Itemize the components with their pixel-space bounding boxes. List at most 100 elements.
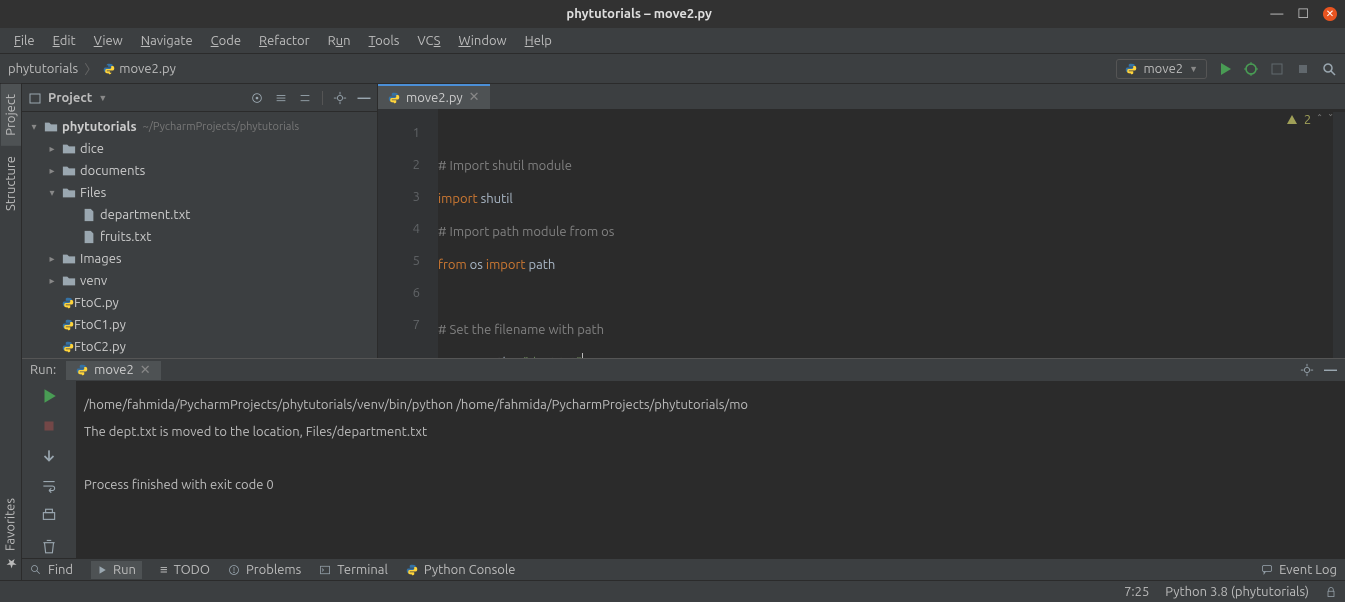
tree-root[interactable]: ▾ phytutorials ~/PycharmProjects/phytuto… [22, 116, 377, 138]
console-output[interactable]: /home/fahmida/PycharmProjects/phytutoria… [76, 381, 1345, 558]
line-number: 7 [378, 309, 420, 341]
chevron-up-icon[interactable]: ˆ [1317, 113, 1322, 127]
project-tree[interactable]: ▾ phytutorials ~/PycharmProjects/phytuto… [22, 112, 377, 358]
menu-navigate[interactable]: Navigate [133, 31, 201, 51]
menu-run[interactable]: Run [320, 31, 359, 51]
gear-icon[interactable] [333, 91, 347, 105]
tree-folder-files[interactable]: ▾Files [22, 182, 377, 204]
debug-button[interactable] [1243, 61, 1259, 77]
tree-file-ftoc2[interactable]: FtoC2.py [22, 336, 377, 358]
left-tab-favorites[interactable]: ★Favorites [0, 488, 21, 580]
project-icon [28, 91, 42, 105]
chevron-right-icon[interactable]: ▸ [46, 165, 58, 177]
rerun-button[interactable] [40, 387, 58, 405]
trash-icon[interactable] [40, 537, 58, 555]
print-icon[interactable] [40, 507, 58, 525]
select-opened-file-icon[interactable] [250, 91, 264, 105]
tree-file-ftoc1[interactable]: FtoC1.py [22, 314, 377, 336]
close-tab-icon[interactable]: ✕ [469, 90, 480, 105]
run-configuration-selector[interactable]: move2 ▼ [1116, 59, 1207, 79]
stop-button[interactable] [1295, 61, 1311, 77]
menu-edit[interactable]: Edit [45, 31, 84, 51]
bottom-tab-todo[interactable]: ≡TODO [160, 562, 210, 577]
menu-help[interactable]: Help [517, 31, 560, 51]
bottom-tab-problems[interactable]: Problems [228, 563, 301, 577]
folder-icon [62, 164, 76, 178]
coverage-button[interactable] [1269, 61, 1285, 77]
left-tab-structure[interactable]: Structure [1, 146, 21, 221]
menubar: File Edit View Navigate Code Refactor Ru… [0, 28, 1345, 54]
warning-icon [228, 564, 240, 576]
bottom-tab-event-log[interactable]: Event Log [1261, 563, 1337, 577]
bottom-tool-tabs: Find Run ≡TODO Problems Terminal Python … [22, 558, 1345, 580]
tree-folder-documents[interactable]: ▸documents [22, 160, 377, 182]
minimize-button[interactable]: — [1270, 7, 1283, 21]
breadcrumb-file-label: move2.py [119, 62, 176, 76]
tree-file-fruits[interactable]: fruits.txt [22, 226, 377, 248]
python-file-icon [62, 319, 74, 331]
python-file-icon [62, 297, 74, 309]
menu-refactor[interactable]: Refactor [251, 31, 318, 51]
bottom-tab-python-console[interactable]: Python Console [406, 563, 516, 577]
hide-button[interactable]: — [1324, 363, 1337, 377]
gear-icon[interactable] [1300, 363, 1314, 377]
status-bar: 7:25 Python 3.8 (phytutorials) [0, 580, 1345, 602]
line-number: 4 [378, 213, 420, 245]
line-number: 1 [378, 117, 420, 149]
chevron-down-icon[interactable]: ▾ [28, 121, 40, 133]
tree-file-ftoc[interactable]: FtoC.py [22, 292, 377, 314]
maximize-button[interactable]: ☐ [1297, 7, 1309, 22]
window-title: phytutorials – move2.py [8, 7, 1270, 21]
tree-file-department[interactable]: department.txt [22, 204, 377, 226]
bottom-tab-run[interactable]: Run [91, 561, 142, 579]
bottom-tab-find[interactable]: Find [30, 563, 73, 577]
editor-tabs: move2.py ✕ [378, 84, 1345, 109]
folder-icon [62, 142, 76, 156]
soft-wrap-icon[interactable] [40, 477, 58, 495]
close-button[interactable]: ✕ [1323, 7, 1337, 21]
chevron-down-icon[interactable]: ▼ [98, 93, 107, 103]
bottom-tab-terminal[interactable]: Terminal [319, 563, 388, 577]
run-tool-window: Run: move2 ✕ — /home/fahmida/PycharmProj… [22, 358, 1345, 558]
left-tab-project[interactable]: Project [1, 84, 21, 146]
stop-button[interactable] [40, 417, 58, 435]
tree-folder-images[interactable]: ▸Images [22, 248, 377, 270]
tree-folder-venv[interactable]: ▸venv [22, 270, 377, 292]
run-button[interactable] [1217, 61, 1233, 77]
menu-window[interactable]: Window [450, 31, 514, 51]
chevron-down-icon[interactable]: ▾ [46, 187, 58, 199]
menu-tools[interactable]: Tools [361, 31, 408, 51]
chevron-right-icon[interactable]: ▸ [46, 275, 58, 287]
balloon-icon [1261, 564, 1273, 576]
expand-all-icon[interactable] [274, 91, 288, 105]
tree-path: ~/PycharmProjects/phytutorials [143, 121, 299, 133]
close-tab-icon[interactable]: ✕ [140, 363, 151, 378]
chevron-right-icon[interactable]: ▸ [46, 143, 58, 155]
editor-tab-move2[interactable]: move2.py ✕ [378, 84, 490, 109]
run-tab[interactable]: move2 ✕ [66, 361, 161, 380]
run-config-label: move2 [1143, 62, 1183, 76]
line-number: 2 [378, 149, 420, 181]
error-stripe[interactable] [1333, 112, 1345, 358]
menu-file[interactable]: File [6, 31, 43, 51]
hide-button[interactable]: — [357, 91, 371, 105]
warning-icon [1286, 114, 1298, 126]
titlebar: phytutorials – move2.py — ☐ ✕ [0, 0, 1345, 28]
menu-vcs[interactable]: VCS [409, 31, 448, 51]
search-everywhere-button[interactable] [1321, 61, 1337, 77]
menu-code[interactable]: Code [203, 31, 249, 51]
breadcrumb-root[interactable]: phytutorials [8, 62, 78, 76]
tree-folder-dice[interactable]: ▸dice [22, 138, 377, 160]
todo-icon: ≡ [160, 562, 168, 577]
collapse-all-icon[interactable] [298, 91, 312, 105]
caret-position[interactable]: 7:25 [1124, 585, 1149, 599]
chevron-right-icon[interactable]: ▸ [46, 253, 58, 265]
inspection-widget[interactable]: 2 ˆ ˇ [1286, 113, 1333, 127]
python-icon [1125, 63, 1137, 75]
breadcrumb-file[interactable]: move2.py [103, 62, 176, 76]
down-arrow-icon[interactable] [40, 447, 58, 465]
interpreter-selector[interactable]: Python 3.8 (phytutorials) [1165, 585, 1309, 599]
lock-icon[interactable] [1325, 586, 1337, 598]
menu-view[interactable]: View [86, 31, 131, 51]
chevron-down-icon: ▼ [1189, 64, 1198, 74]
